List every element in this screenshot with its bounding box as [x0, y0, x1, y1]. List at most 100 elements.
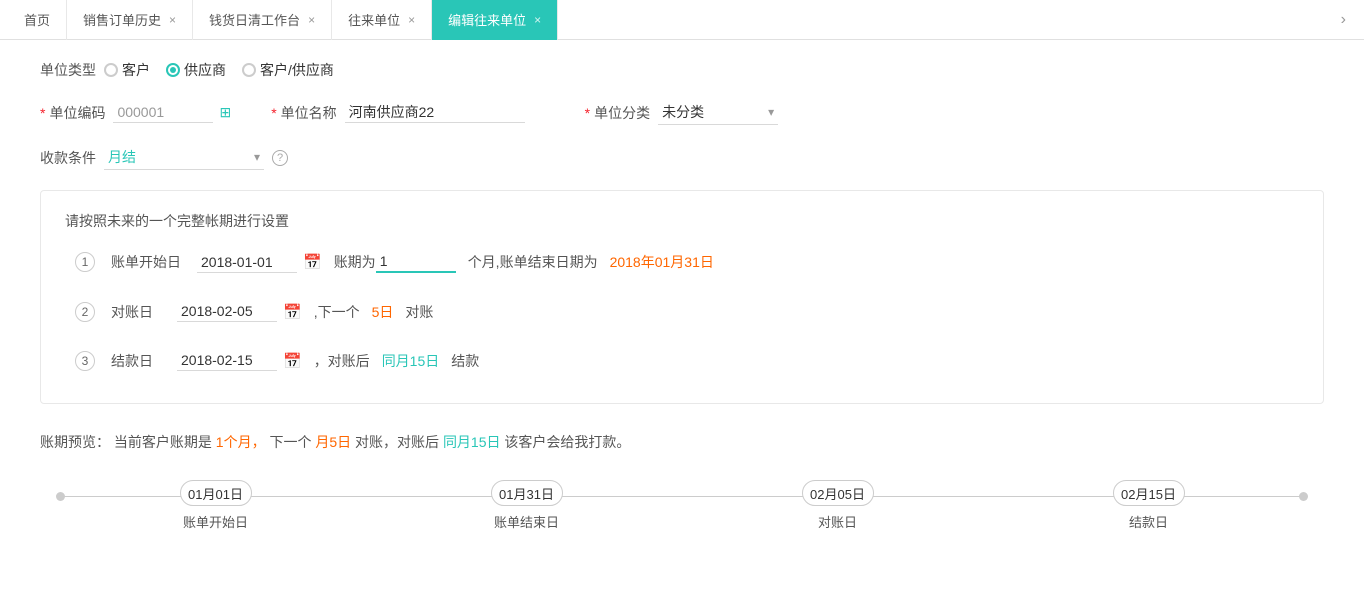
- setting-label-2: 对账日: [111, 302, 161, 322]
- preview-text-pre: 当前客户账期是: [114, 434, 212, 450]
- unit-info-row: * 单位编码 ⊞ * 单位名称 * 单位分类 未分类 ▾: [40, 100, 1324, 125]
- payment-condition-item: 收款条件 月结 ▾ ?: [40, 145, 288, 170]
- end-date-label: 2018年01月31日: [610, 252, 714, 272]
- start-date-input[interactable]: [197, 252, 297, 273]
- timeline-node-3-circle: 02月05日: [802, 480, 874, 506]
- settings-title: 请按照未来的一个完整帐期进行设置: [65, 211, 1299, 231]
- unit-category-required: *: [585, 105, 590, 121]
- unit-code-input[interactable]: [113, 102, 213, 123]
- period-desc-mid: 个月,账单结束日期为: [468, 252, 598, 272]
- payment-condition-label: 收款条件: [40, 148, 96, 168]
- preview-text: 账期预览： 当前客户账期是 1个月， 下一个 月5日 对账，对账后 同月15日 …: [40, 432, 1324, 452]
- radio-customer-circle: [104, 63, 118, 77]
- reconcile-desc-pre: ,下一个: [314, 302, 360, 322]
- main-content: 单位类型 客户 供应商 客户/供应商 * 单位编码: [0, 40, 1364, 608]
- payment-date-input[interactable]: [177, 350, 277, 371]
- timeline-node-2-label: 账单结束日: [494, 512, 559, 531]
- tab-partner-unit-close[interactable]: ×: [408, 13, 415, 27]
- copy-icon[interactable]: ⊞: [219, 104, 231, 121]
- settings-panel: 请按照未来的一个完整帐期进行设置 1 账单开始日 📅 账期为 个月,账单结束日期…: [40, 190, 1324, 404]
- tab-edit-partner-unit-close[interactable]: ×: [534, 13, 541, 27]
- unit-type-item: 单位类型 客户 供应商 客户/供应商: [40, 60, 334, 80]
- tab-cash-clearance[interactable]: 钱货日清工作台 ×: [193, 0, 332, 40]
- unit-name-input[interactable]: [345, 102, 525, 123]
- timeline-node-3-label: 对账日: [818, 512, 857, 531]
- tab-sales-order-label: 销售订单历史: [83, 10, 161, 29]
- setting-row-2: 2 对账日 📅 ,下一个 5日 对账: [65, 301, 1299, 322]
- tab-sales-order-close[interactable]: ×: [169, 13, 176, 27]
- tab-home-label: 首页: [24, 10, 50, 29]
- radio-both-label: 客户/供应商: [260, 60, 334, 80]
- setting-label-3: 结款日: [111, 351, 161, 371]
- tab-partner-unit-label: 往来单位: [348, 10, 400, 29]
- preview-highlight2: 月5日: [315, 434, 351, 450]
- unit-category-select[interactable]: 未分类 ▾: [658, 100, 778, 125]
- timeline-node-3: 02月05日 对账日: [802, 480, 874, 531]
- timeline-node-1-label: 账单开始日: [183, 512, 248, 531]
- payment-condition-value: 月结: [108, 147, 246, 167]
- tab-bar: 首页 销售订单历史 × 钱货日清工作台 × 往来单位 × 编辑往来单位 × ›: [0, 0, 1364, 40]
- reconcile-desc-post: 对账: [405, 302, 433, 322]
- timeline-right-dot: [1299, 492, 1308, 501]
- unit-category-item: * 单位分类 未分类 ▾: [585, 100, 778, 125]
- radio-customer[interactable]: 客户: [104, 60, 150, 80]
- preview-text-post: 该客户会给我打款。: [504, 434, 630, 450]
- reconcile-date-calendar-icon[interactable]: 📅: [283, 303, 302, 321]
- payment-desc-pre: ，对账后: [314, 351, 370, 371]
- payment-highlight: 同月15日: [382, 351, 440, 371]
- preview-label: 账期预览：: [40, 434, 110, 450]
- radio-supplier-circle: [166, 63, 180, 77]
- timeline-container: 01月01日 账单开始日 01月31日 账单结束日 02月05日 对账日: [40, 476, 1324, 531]
- unit-name-required: *: [271, 105, 276, 121]
- setting-num-3: 3: [75, 351, 95, 371]
- radio-both-circle: [242, 63, 256, 77]
- radio-both[interactable]: 客户/供应商: [242, 60, 334, 80]
- unit-category-value: 未分类: [662, 102, 760, 122]
- reconcile-date-input[interactable]: [177, 301, 277, 322]
- tab-cash-clearance-close[interactable]: ×: [308, 13, 315, 27]
- unit-type-label: 单位类型: [40, 60, 96, 80]
- timeline-node-4: 02月15日 结款日: [1113, 480, 1185, 531]
- payment-condition-row: 收款条件 月结 ▾ ?: [40, 145, 1324, 170]
- unit-code-item: * 单位编码 ⊞: [40, 102, 231, 123]
- period-desc-pre: 账期为: [334, 252, 376, 272]
- unit-type-radio-group: 客户 供应商 客户/供应商: [104, 60, 334, 80]
- unit-name-item: * 单位名称: [271, 102, 524, 123]
- unit-category-label: 单位分类: [594, 103, 650, 123]
- timeline-node-4-label: 结款日: [1129, 512, 1168, 531]
- setting-num-2: 2: [75, 302, 95, 322]
- radio-supplier[interactable]: 供应商: [166, 60, 226, 80]
- tab-edit-partner-unit-label: 编辑往来单位: [448, 10, 526, 29]
- setting-row-3: 3 结款日 📅 ，对账后 同月15日 结款: [65, 350, 1299, 371]
- timeline-nodes: 01月01日 账单开始日 01月31日 账单结束日 02月05日 对账日: [60, 476, 1304, 531]
- reconcile-highlight: 5日: [372, 302, 394, 322]
- timeline-node-1-date: 01月01日: [188, 484, 243, 503]
- unit-type-row: 单位类型 客户 供应商 客户/供应商: [40, 60, 1324, 80]
- timeline-node-2-circle: 01月31日: [491, 480, 563, 506]
- radio-customer-label: 客户: [122, 60, 150, 80]
- timeline-node-2: 01月31日 账单结束日: [491, 480, 563, 531]
- tab-edit-partner-unit[interactable]: 编辑往来单位 ×: [432, 0, 558, 40]
- tab-partner-unit[interactable]: 往来单位 ×: [332, 0, 432, 40]
- timeline-node-1: 01月01日 账单开始日: [180, 480, 252, 531]
- preview-highlight3: 同月15日: [443, 434, 501, 450]
- tab-expand-icon[interactable]: ›: [1331, 11, 1356, 29]
- payment-condition-help[interactable]: ?: [272, 150, 288, 166]
- timeline-node-4-date: 02月15日: [1121, 484, 1176, 503]
- unit-code-label: 单位编码: [49, 103, 105, 123]
- preview-text-mid: 下一个: [269, 434, 311, 450]
- tab-home[interactable]: 首页: [8, 0, 67, 40]
- unit-code-required: *: [40, 105, 45, 121]
- unit-category-arrow: ▾: [768, 105, 774, 119]
- tab-cash-clearance-label: 钱货日清工作台: [209, 10, 300, 29]
- payment-date-calendar-icon[interactable]: 📅: [283, 352, 302, 370]
- start-date-calendar-icon[interactable]: 📅: [303, 253, 322, 271]
- payment-condition-select[interactable]: 月结 ▾: [104, 145, 264, 170]
- preview-highlight1: 1个月，: [216, 434, 266, 450]
- tab-sales-order[interactable]: 销售订单历史 ×: [67, 0, 193, 40]
- unit-name-label: 单位名称: [281, 103, 337, 123]
- timeline-node-3-date: 02月05日: [810, 484, 865, 503]
- radio-supplier-label: 供应商: [184, 60, 226, 80]
- period-input[interactable]: [376, 251, 456, 273]
- payment-condition-arrow: ▾: [254, 150, 260, 164]
